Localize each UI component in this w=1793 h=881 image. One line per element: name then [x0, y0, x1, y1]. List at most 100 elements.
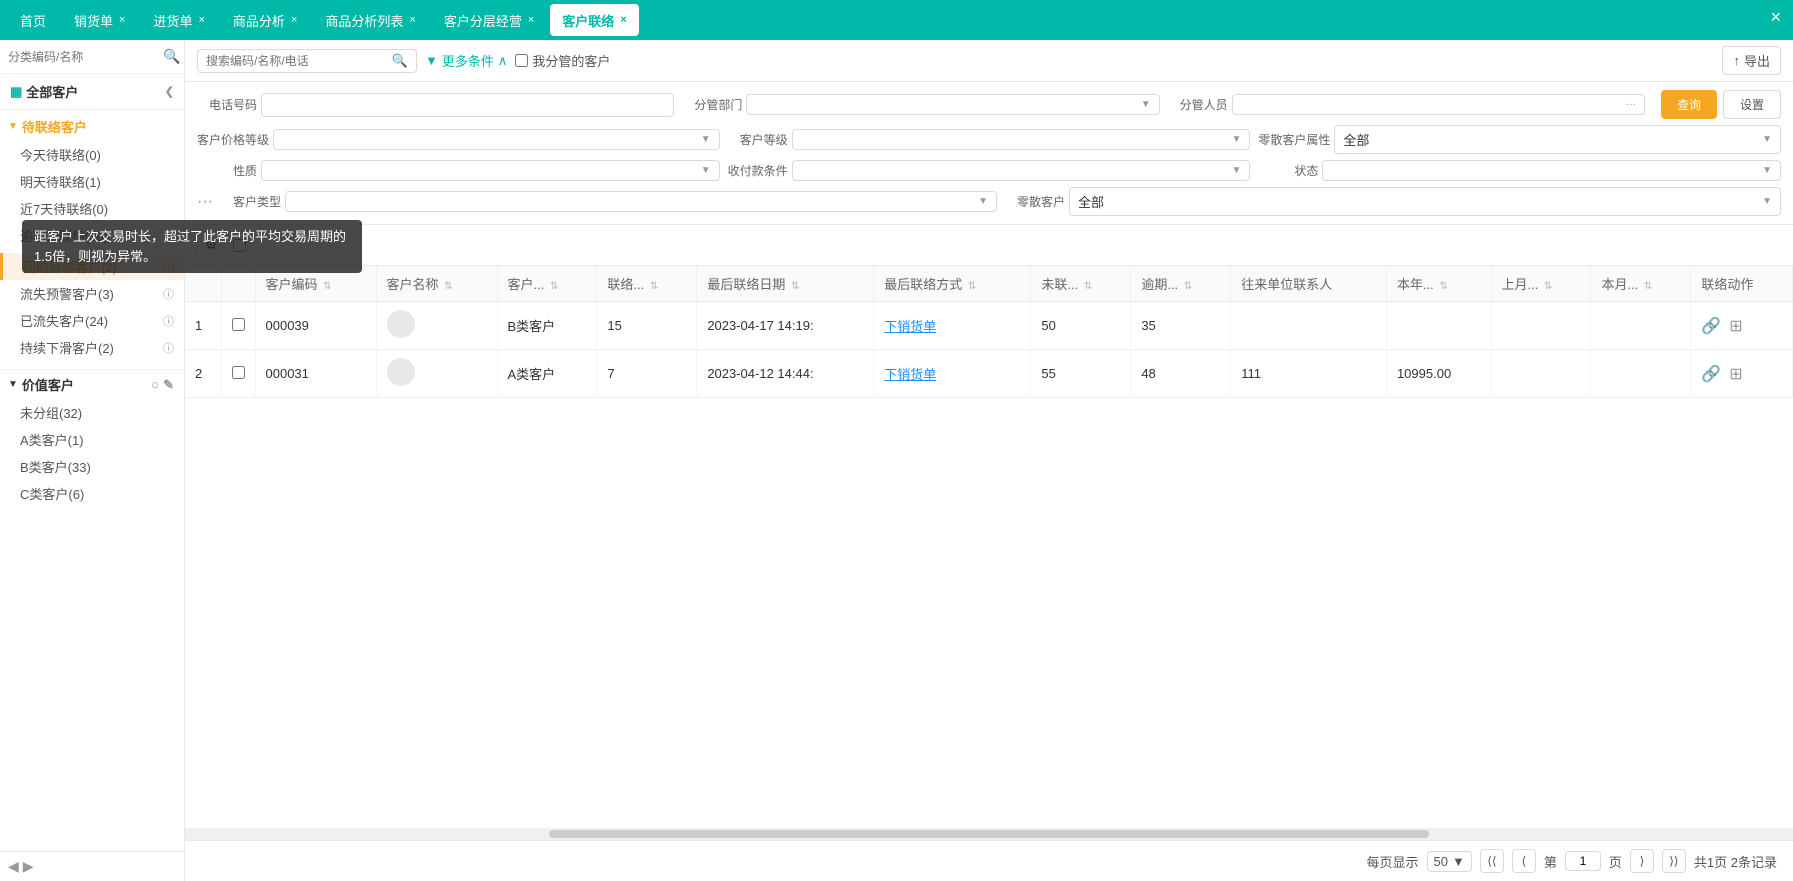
col-last-method[interactable]: 最后联络方式 ⇅ [874, 266, 1031, 302]
churn-warning-label: 流失预警客户(3) [20, 284, 114, 303]
sidebar-item-churned[interactable]: 已流失客户(24) ⓘ [0, 307, 184, 334]
person-select[interactable]: ··· [1232, 94, 1645, 115]
col-contact-person: 往来单位联系人 [1231, 266, 1387, 302]
row1-last-date: 2023-04-17 14:19: [697, 302, 874, 350]
sidebar-item-overdue[interactable]: 逾期未联络(30) [0, 222, 184, 249]
sidebar-search-icon[interactable]: 🔍 [163, 48, 180, 65]
gender-select[interactable]: ▼ [261, 160, 720, 181]
col-uncontacted[interactable]: 未联... ⇅ [1031, 266, 1131, 302]
query-button[interactable]: 查询 [1661, 90, 1717, 119]
tab-sales-close[interactable]: × [119, 14, 125, 26]
data-table: 客户编码 ⇅ 客户名称 ⇅ 客户... ⇅ [185, 266, 1793, 398]
row2-checkbox[interactable] [232, 366, 245, 379]
row1-last-month [1491, 302, 1591, 350]
sidebar-item-declining[interactable]: 持续下滑客户(2) ⓘ [0, 334, 184, 361]
status-select[interactable]: ▼ [1322, 160, 1781, 181]
sidebar-item-repurchase-abnormal[interactable]: 回购异常客户(2) ⓘ [0, 253, 184, 280]
tab-analysis-close[interactable]: × [291, 14, 297, 26]
prev-page-button[interactable]: ⟨ [1512, 849, 1536, 873]
filter-row-2: 客户价格等级 ▼ 客户等级 ▼ 零散客户属性 全部 [197, 125, 1781, 154]
tab-analysis[interactable]: 商品分析 × [221, 4, 309, 36]
tab-home[interactable]: 首页 [8, 4, 58, 36]
last-page-button[interactable]: ⟩⟩ [1662, 849, 1686, 873]
select-all-checkbox[interactable] [233, 239, 246, 252]
toolbar-search-icon[interactable]: 🔍 [392, 53, 408, 69]
price-select[interactable]: ▼ [273, 129, 720, 150]
bottom-scroll-thumb[interactable] [549, 830, 1429, 838]
pending-contact-label: 待联络客户 [22, 117, 87, 136]
table-settings-button[interactable]: ⚙ [197, 231, 225, 259]
sidebar-item-b-class[interactable]: B类客户(33) [0, 453, 184, 480]
sidebar-item-churn-warning[interactable]: 流失预警客户(3) ⓘ [0, 280, 184, 307]
row1-apps-icon[interactable]: ⊞ [1729, 316, 1742, 336]
level-select[interactable]: ▼ [792, 129, 1251, 150]
sidebar-item-a-class[interactable]: A类客户(1) [0, 426, 184, 453]
edit-icon[interactable]: ✎ [163, 377, 174, 393]
col-last-month[interactable]: 上月... ⇅ [1491, 266, 1591, 302]
collapse-icon[interactable]: ❮ [165, 85, 174, 98]
table-scroll-area[interactable]: 客户编码 ⇅ 客户名称 ⇅ 客户... ⇅ [185, 266, 1793, 828]
tab-customer-tier-close[interactable]: × [528, 14, 534, 26]
setting-button[interactable]: 设置 [1723, 90, 1781, 119]
row2-apps-icon[interactable]: ⊞ [1729, 364, 1742, 384]
my-customers-checkbox[interactable] [515, 54, 528, 67]
bottom-scrollbar[interactable] [185, 828, 1793, 840]
row1-level: B类客户 [497, 302, 597, 350]
sidebar-expand-left-icon[interactable]: ◀ [8, 858, 19, 875]
col-code[interactable]: 客户编码 ⇅ [255, 266, 376, 302]
row2-index: 2 [185, 350, 221, 398]
col-overdue[interactable]: 逾期... ⇅ [1131, 266, 1231, 302]
row2-last-method-link[interactable]: 下销货单 [884, 367, 936, 382]
col-this-month[interactable]: 本月... ⇅ [1591, 266, 1691, 302]
pending-contact-title[interactable]: ▼ 待联络客户 [0, 112, 184, 141]
page-input[interactable]: 1 [1565, 851, 1601, 871]
c-class-label: C类客户(6) [20, 484, 84, 503]
payment-select[interactable]: ▼ [792, 160, 1251, 181]
col-level[interactable]: 客户... ⇅ [497, 266, 597, 302]
retail-select[interactable]: 全部 ▼ [1334, 125, 1781, 154]
all-customers-title[interactable]: ▦ 全部客户 ❮ [0, 74, 184, 110]
tab-purchase[interactable]: 进货单 × [141, 4, 216, 36]
sidebar-item-today[interactable]: 今天待联络(0) [0, 141, 184, 168]
row1-last-method-link[interactable]: 下销货单 [884, 319, 936, 334]
col-name[interactable]: 客户名称 ⇅ [376, 266, 497, 302]
sidebar-item-ungroups[interactable]: 未分组(32) [0, 399, 184, 426]
row2-link-icon[interactable]: 🔗 [1701, 364, 1721, 384]
overdue-contact-label: 逾期未联络(30) [20, 226, 108, 245]
sidebar-expand-right-icon[interactable]: ▶ [23, 858, 34, 875]
row1-checkbox[interactable] [232, 318, 245, 331]
churned-info-icon: ⓘ [163, 313, 174, 329]
phone-input[interactable] [261, 93, 674, 117]
filter-more-dots[interactable]: ··· [197, 193, 213, 211]
tab-customer-contact-close[interactable]: × [620, 14, 626, 26]
tab-customer-contact[interactable]: 客户联络 × [550, 4, 638, 36]
tab-analysis-list[interactable]: 商品分析列表 × [313, 4, 427, 36]
value-customers-title[interactable]: ▼ 价值客户 ○ ✎ [0, 369, 184, 399]
sidebar-item-c-class[interactable]: C类客户(6) [0, 480, 184, 507]
col-this-year[interactable]: 本年... ⇅ [1386, 266, 1491, 302]
dept-select[interactable]: ▼ [746, 94, 1159, 115]
retail-customer-select[interactable]: 全部 ▼ [1069, 187, 1781, 216]
sidebar-item-tomorrow[interactable]: 明天待联络(1) [0, 168, 184, 195]
toolbar-search-input[interactable] [206, 54, 388, 68]
col-last-date[interactable]: 最后联络日期 ⇅ [697, 266, 874, 302]
per-page-select[interactable]: 50 ▼ [1427, 851, 1472, 872]
more-conditions-button[interactable]: ▼ 更多条件 ∧ [425, 51, 507, 70]
tab-purchase-close[interactable]: × [198, 14, 204, 26]
dept-arrow-icon: ▼ [1141, 99, 1151, 110]
export-button[interactable]: ↑ 导出 [1722, 46, 1781, 75]
customer-type-select[interactable]: ▼ [285, 191, 997, 212]
nav-close-button[interactable]: × [1770, 8, 1781, 26]
row1-index: 1 [185, 302, 221, 350]
tab-sales[interactable]: 销货单 × [62, 4, 137, 36]
sidebar-search-input[interactable] [8, 50, 163, 64]
next-page-button[interactable]: ⟩ [1630, 849, 1654, 873]
sidebar-item-7days[interactable]: 近7天待联络(0) [0, 195, 184, 222]
a-class-label: A类客户(1) [20, 430, 84, 449]
tab-customer-tier[interactable]: 客户分层经营 × [432, 4, 546, 36]
first-page-button[interactable]: ⟨⟨ [1480, 849, 1504, 873]
circle-icon[interactable]: ○ [151, 377, 159, 393]
col-contact[interactable]: 联络... ⇅ [597, 266, 697, 302]
tab-analysis-list-close[interactable]: × [409, 14, 415, 26]
row1-link-icon[interactable]: 🔗 [1701, 316, 1721, 336]
